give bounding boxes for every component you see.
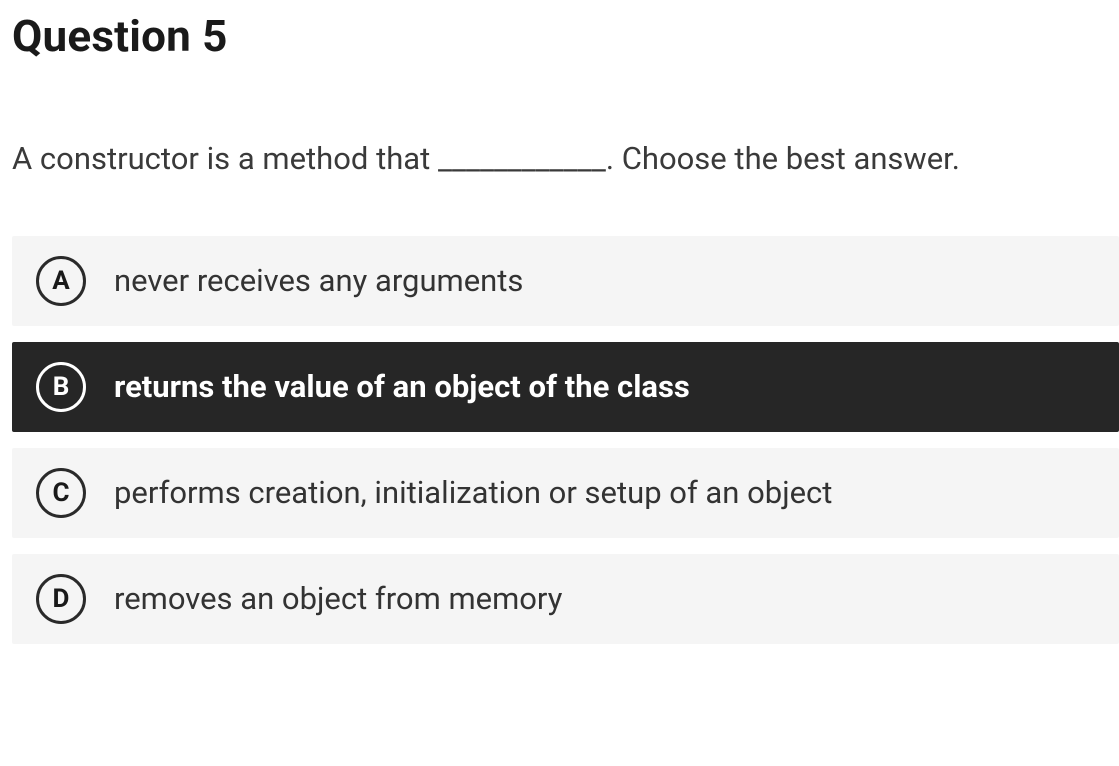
option-badge-a: A <box>36 256 86 306</box>
option-b[interactable]: B returns the value of an object of the … <box>12 342 1119 432</box>
option-d[interactable]: D removes an object from memory <box>12 554 1119 644</box>
question-prompt: A constructor is a method that _________… <box>12 138 1119 180</box>
option-badge-b: B <box>36 362 86 412</box>
question-header: Question 5 <box>12 10 1119 62</box>
option-text-a: never receives any arguments <box>114 262 523 299</box>
options-list: A never receives any arguments B returns… <box>12 236 1119 644</box>
option-text-c: performs creation, initialization or set… <box>114 474 832 511</box>
option-badge-c: C <box>36 468 86 518</box>
option-badge-d: D <box>36 574 86 624</box>
option-c[interactable]: C performs creation, initialization or s… <box>12 448 1119 538</box>
option-a[interactable]: A never receives any arguments <box>12 236 1119 326</box>
option-text-b: returns the value of an object of the cl… <box>114 368 690 405</box>
option-text-d: removes an object from memory <box>114 580 562 617</box>
